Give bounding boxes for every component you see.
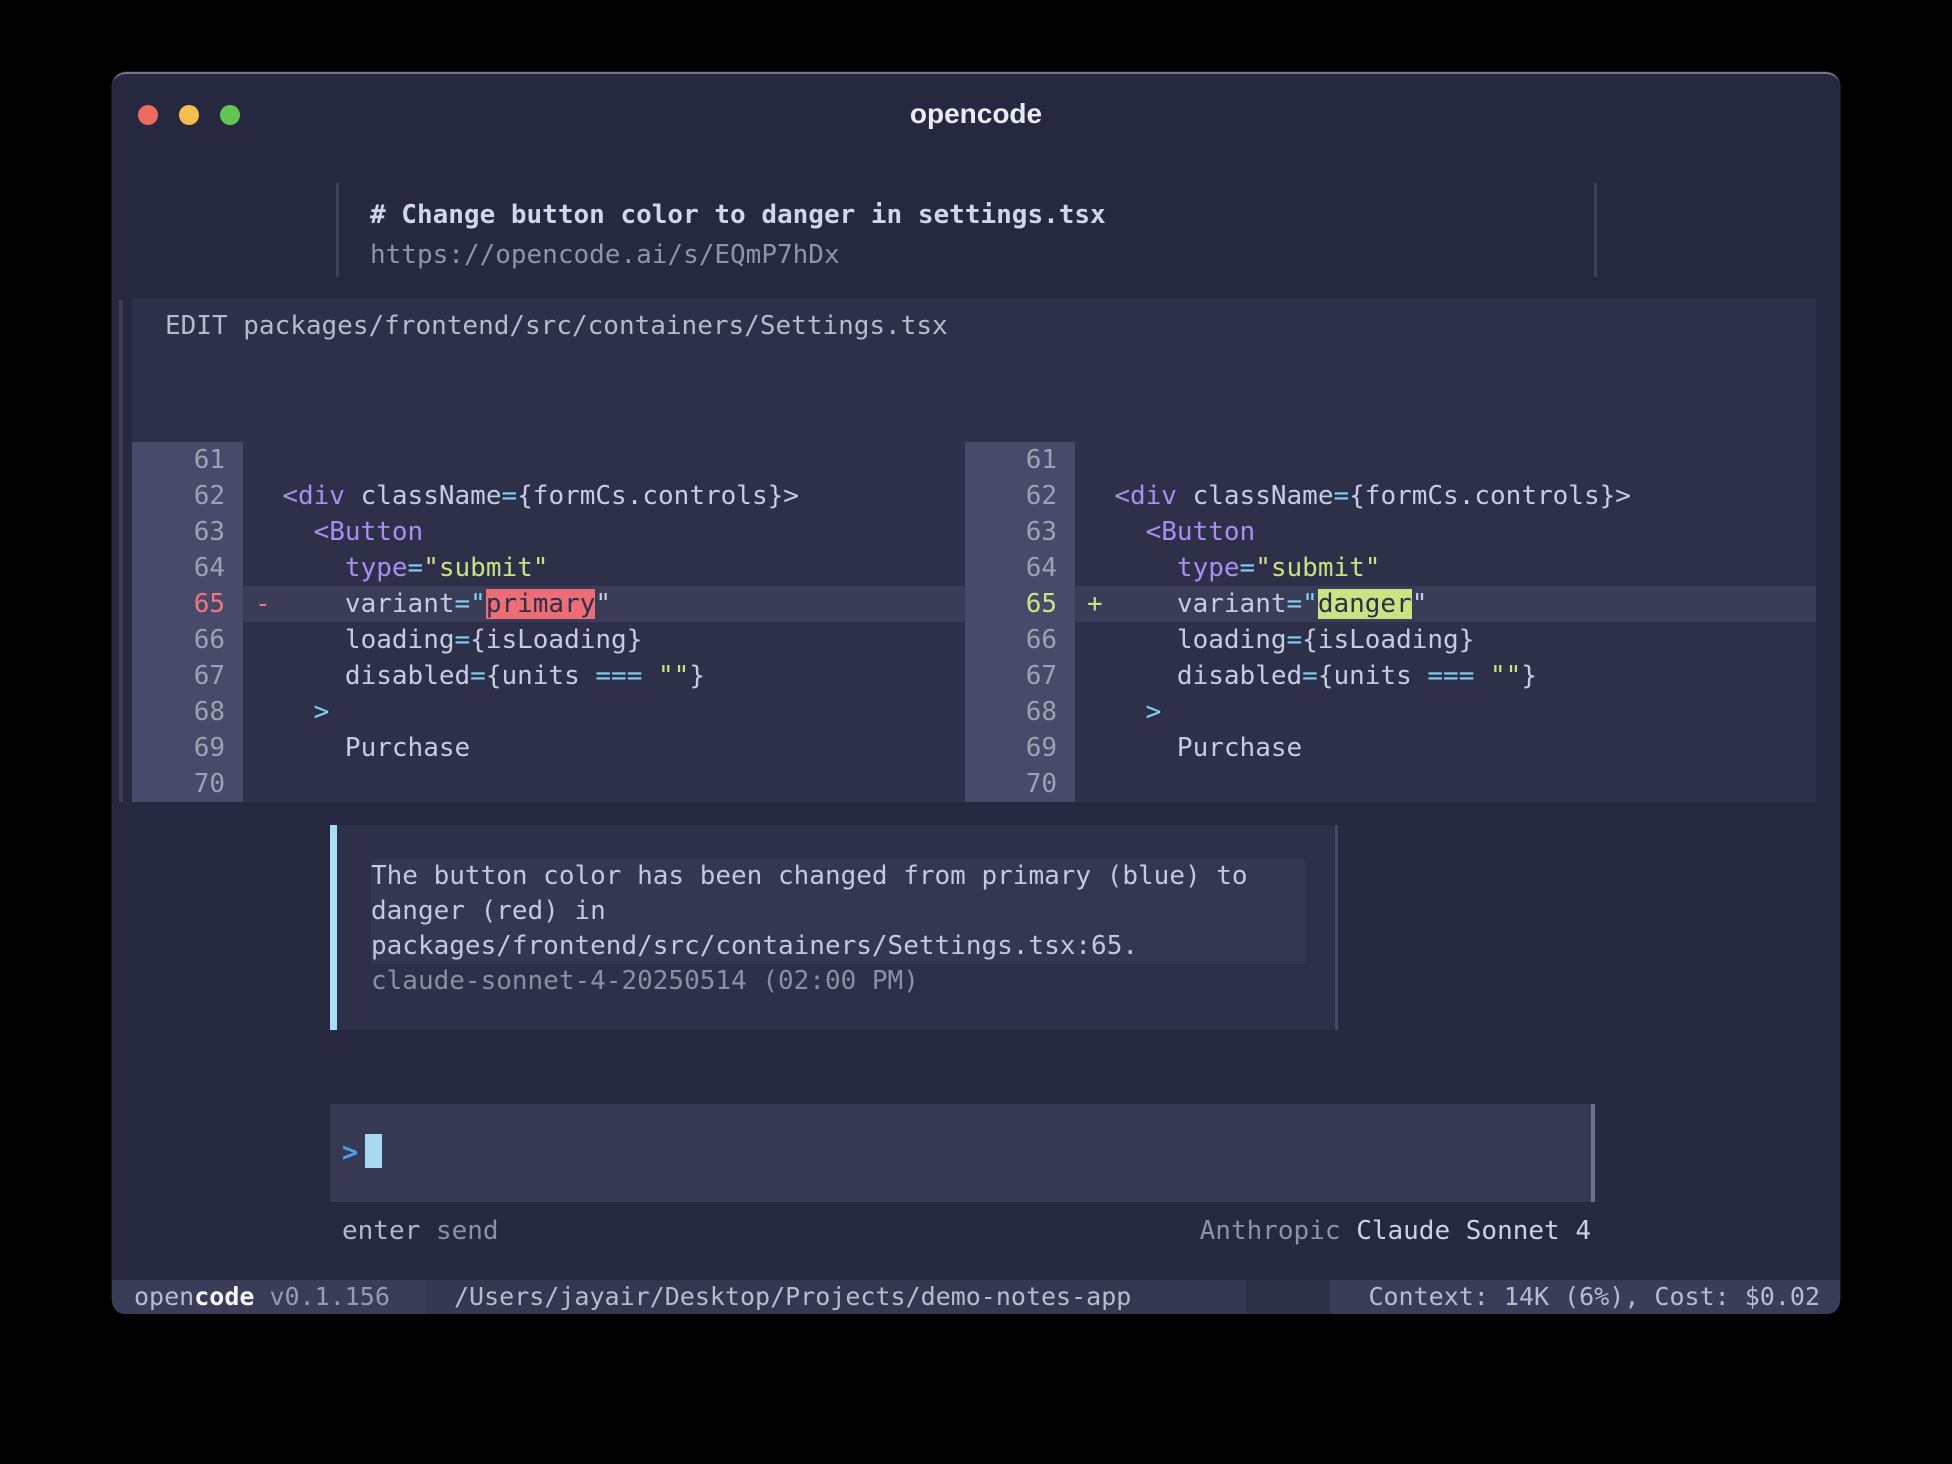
working-directory: /Users/jayair/Desktop/Projects/demo-note…: [426, 1280, 1246, 1314]
app-name-code: code: [194, 1282, 254, 1311]
diff-row: 69 Purchase: [965, 730, 1816, 766]
enter-key-label: enter: [342, 1216, 420, 1246]
message-text: The button color has been changed from p…: [371, 859, 1305, 964]
line-number: 66: [132, 622, 243, 658]
edit-tool-card: EDIT packages/frontend/src/containers/Se…: [132, 299, 1816, 802]
line-number: 66: [965, 622, 1075, 658]
code-line: disabled={units === ""}: [243, 658, 965, 694]
model-label: Claude Sonnet 4: [1356, 1216, 1591, 1246]
removed-marker: -: [255, 586, 271, 622]
line-number: 61: [132, 442, 243, 478]
app-name-open: open: [134, 1282, 194, 1311]
diff-row: 61: [965, 442, 1816, 478]
prompt-input[interactable]: >: [330, 1104, 1595, 1202]
line-number: 69: [965, 730, 1075, 766]
code-line: Purchase: [243, 730, 965, 766]
session-header: # Change button color to danger in setti…: [336, 183, 1597, 277]
diff-row: 69 Purchase: [132, 730, 965, 766]
line-number: 63: [132, 514, 243, 550]
prompt-icon: >: [342, 1137, 358, 1168]
message-line: The button color has been changed from p…: [371, 859, 1305, 894]
code-line: [1075, 442, 1816, 478]
assistant-message: The button color has been changed from p…: [330, 825, 1338, 1030]
provider-label: Anthropic: [1200, 1216, 1341, 1246]
text-cursor: [365, 1134, 382, 1168]
line-number: 65: [965, 586, 1075, 622]
diff-row: 67 disabled={units === ""}: [132, 658, 965, 694]
share-url[interactable]: https://opencode.ai/s/EQmP7hDx: [370, 235, 1594, 275]
diff-row: 66 loading={isLoading}: [132, 622, 965, 658]
message-line: packages/frontend/src/containers/Setting…: [371, 929, 1305, 964]
diff-row: 68 >: [132, 694, 965, 730]
line-number: 62: [132, 478, 243, 514]
diff-row: 70: [965, 766, 1816, 802]
message-meta: claude-sonnet-4-20250514 (02:00 PM): [371, 964, 1335, 999]
code-line: <Button: [1075, 514, 1816, 550]
line-number: 69: [132, 730, 243, 766]
code-line: <Button: [243, 514, 965, 550]
code-line: <div className={formCs.controls}>: [243, 478, 965, 514]
line-number: 61: [965, 442, 1075, 478]
code-line: [1075, 766, 1816, 802]
context-cost: Context: 14K (6%), Cost: $0.02: [1330, 1280, 1840, 1314]
model-selector[interactable]: Anthropic Claude Sonnet 4: [1200, 1216, 1591, 1246]
diff-row: 62 <div className={formCs.controls}>: [965, 478, 1816, 514]
diff-row: 61: [132, 442, 965, 478]
code-line: <div className={formCs.controls}>: [1075, 478, 1816, 514]
line-number: 68: [132, 694, 243, 730]
edit-file-label: EDIT packages/frontend/src/containers/Se…: [165, 311, 948, 341]
message-line: danger (red) in: [371, 894, 1305, 929]
code-line: - variant="primary": [243, 586, 965, 622]
opencode-window: opencode # Change button color to danger…: [112, 72, 1840, 1312]
line-number: 64: [132, 550, 243, 586]
code-line: disabled={units === ""}: [1075, 658, 1816, 694]
code-line: >: [1075, 694, 1816, 730]
line-number: 65: [132, 586, 243, 622]
code-line: [243, 442, 965, 478]
line-number: 64: [965, 550, 1075, 586]
diff-row: 65+ variant="danger": [965, 586, 1816, 622]
diff-row: 65- variant="primary": [132, 586, 965, 622]
diff-row: 67 disabled={units === ""}: [965, 658, 1816, 694]
line-number: 70: [965, 766, 1075, 802]
diff-right-panel: 6162 <div className={formCs.controls}>63…: [965, 442, 1816, 802]
line-number: 67: [132, 658, 243, 694]
line-number: 70: [132, 766, 243, 802]
diff-row: 68 >: [965, 694, 1816, 730]
line-number: 63: [965, 514, 1075, 550]
scrollbar-track[interactable]: [119, 300, 123, 802]
code-line: >: [243, 694, 965, 730]
line-number: 67: [965, 658, 1075, 694]
diff-left-panel: 6162 <div className={formCs.controls}>63…: [132, 442, 965, 802]
code-line: type="submit": [243, 550, 965, 586]
code-line: + variant="danger": [1075, 586, 1816, 622]
diff-row: 63 <Button: [132, 514, 965, 550]
app-version: v0.1.156: [254, 1282, 389, 1311]
code-line: loading={isLoading}: [243, 622, 965, 658]
diff-row: 66 loading={isLoading}: [965, 622, 1816, 658]
line-number: 68: [965, 694, 1075, 730]
enter-hint: enter send: [342, 1216, 499, 1246]
status-bar: opencode v0.1.156 /Users/jayair/Desktop/…: [112, 1280, 1840, 1314]
input-footer: enter send Anthropic Claude Sonnet 4: [330, 1216, 1595, 1246]
code-line: [243, 766, 965, 802]
diff-row: 64 type="submit": [132, 550, 965, 586]
diff-view: 6162 <div className={formCs.controls}>63…: [132, 442, 1816, 802]
diff-row: 64 type="submit": [965, 550, 1816, 586]
diff-row: 62 <div className={formCs.controls}>: [132, 478, 965, 514]
code-line: Purchase: [1075, 730, 1816, 766]
code-line: loading={isLoading}: [1075, 622, 1816, 658]
diff-row: 63 <Button: [965, 514, 1816, 550]
diff-row: 70: [132, 766, 965, 802]
added-marker: +: [1087, 586, 1103, 622]
app-version-segment: opencode v0.1.156: [112, 1280, 426, 1314]
session-title: # Change button color to danger in setti…: [370, 195, 1594, 235]
code-line: type="submit": [1075, 550, 1816, 586]
line-number: 62: [965, 478, 1075, 514]
send-action-label: send: [436, 1216, 499, 1246]
window-title: opencode: [112, 98, 1840, 130]
